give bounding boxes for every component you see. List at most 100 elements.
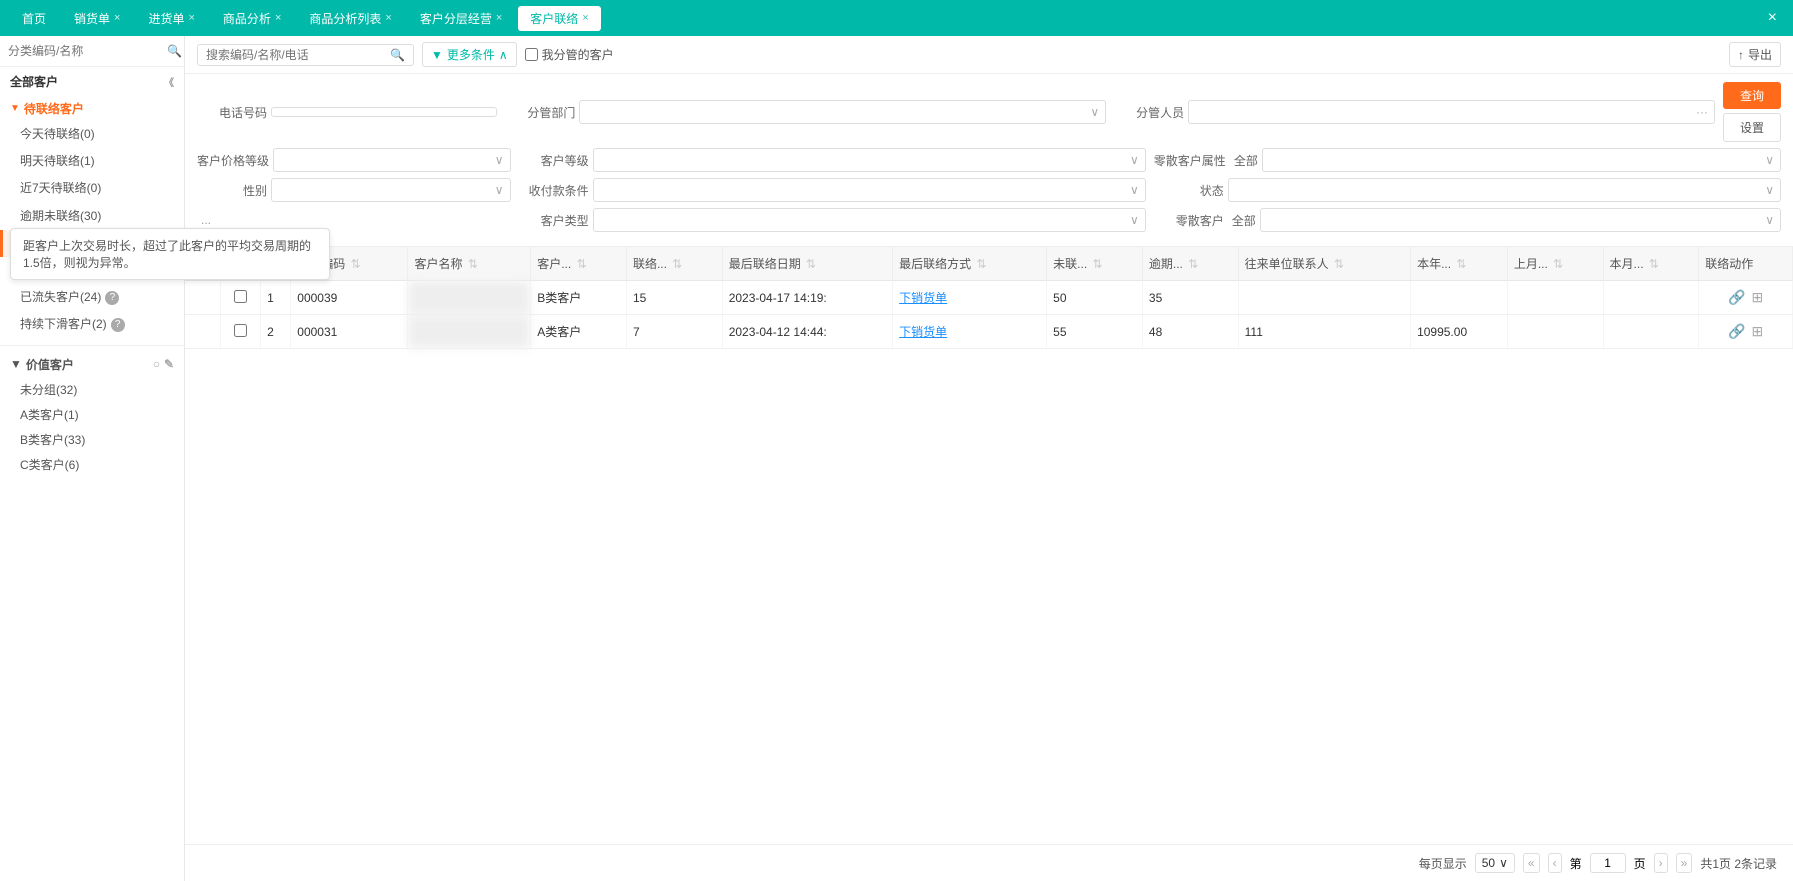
row-last-method-0[interactable]: 下销货单: [893, 281, 1047, 315]
action-link-1[interactable]: 🔗: [1728, 323, 1745, 340]
col-last-method[interactable]: 最后联络方式 ⇅: [893, 247, 1047, 281]
row-check-1[interactable]: [234, 324, 247, 337]
page-input[interactable]: [1590, 853, 1626, 873]
nav-purchase-order[interactable]: 进货单 ×: [136, 6, 206, 31]
sidebar-item-a-class[interactable]: A类客户(1): [0, 402, 184, 427]
sidebar-search-icon[interactable]: 🔍: [167, 44, 182, 58]
churned-icon[interactable]: ?: [105, 291, 119, 305]
first-page-button[interactable]: «: [1523, 853, 1540, 873]
toolbar-search-icon[interactable]: 🔍: [390, 48, 405, 62]
value-group-edit-icon[interactable]: ○: [153, 357, 160, 371]
nav-customer-contact[interactable]: 客户联络 ×: [518, 6, 600, 31]
action-link-0[interactable]: 🔗: [1728, 289, 1745, 306]
nav-close-sales[interactable]: ×: [114, 12, 120, 24]
row-contact-1: 7: [626, 315, 722, 349]
sidebar-all-customers[interactable]: 全部客户 《: [0, 67, 184, 96]
nav-sales-order[interactable]: 销货单 ×: [62, 6, 132, 31]
retail-customer-select[interactable]: ∨: [1260, 208, 1781, 232]
customer-type-select[interactable]: ∨: [593, 208, 1146, 232]
next-page-button[interactable]: ›: [1654, 853, 1668, 873]
col-name[interactable]: 客户名称 ⇅: [408, 247, 531, 281]
col-type[interactable]: 客户... ⇅: [531, 247, 627, 281]
col-last-month[interactable]: 上月... ⇅: [1507, 247, 1603, 281]
dept-arrow-icon: ∨: [1090, 105, 1099, 119]
customer-table: ⚙ # 客户编码 ⇅ 客户名称 ⇅ 客户... ⇅ 联络... ⇅ 最后联络日期…: [185, 247, 1793, 349]
page-total: 共1页 2条记录: [1700, 855, 1777, 872]
dept-label: 分管部门: [505, 104, 575, 121]
sidebar-search-input[interactable]: [8, 44, 163, 58]
sidebar-item-b-class[interactable]: B类客户(33): [0, 427, 184, 452]
nav-close-product-analysis[interactable]: ×: [275, 12, 281, 24]
action-grid-0[interactable]: ⊞: [1751, 289, 1763, 306]
action-grid-1[interactable]: ⊞: [1751, 323, 1763, 340]
nav-product-analysis[interactable]: 商品分析 ×: [211, 6, 293, 31]
last-page-button[interactable]: »: [1676, 853, 1693, 873]
sidebar-item-7days[interactable]: 近7天待联络(0): [0, 175, 184, 202]
sidebar-pending-group[interactable]: ▼ 待联络客户: [0, 96, 184, 121]
row-unpaid-1: 55: [1047, 315, 1143, 349]
my-customer-check-input[interactable]: [525, 48, 538, 61]
row-index-1: 2: [261, 315, 291, 349]
filter-retail-customer: 零散客户 全部 ∨: [1154, 208, 1781, 232]
col-unpaid[interactable]: 未联... ⇅: [1047, 247, 1143, 281]
sort-this-month-icon: ⇅: [1649, 257, 1659, 271]
method-link-1[interactable]: 下销货单: [899, 325, 947, 339]
payment-select[interactable]: ∨: [593, 178, 1146, 202]
phone-input[interactable]: [271, 107, 497, 117]
window-close-button[interactable]: ×: [1762, 7, 1783, 29]
nav-customer-segmentation[interactable]: 客户分层经营 ×: [408, 6, 514, 31]
gender-arrow: ∨: [495, 183, 504, 197]
method-link-0[interactable]: 下销货单: [899, 291, 947, 305]
retail-customer-label: 零散客户: [1154, 212, 1224, 229]
nav-close-product-list[interactable]: ×: [385, 12, 391, 24]
tooltip-box: 距客户上次交易时长，超过了此客户的平均交易周期的1.5倍，则视为异常。: [10, 228, 330, 280]
row-last-method-1[interactable]: 下销货单: [893, 315, 1047, 349]
dept-select[interactable]: ∨: [579, 100, 1106, 124]
status-select[interactable]: ∨: [1228, 178, 1781, 202]
nav-home[interactable]: 首页: [10, 6, 58, 31]
col-this-month[interactable]: 本月... ⇅: [1603, 247, 1699, 281]
more-filter-button[interactable]: ▼ 更多条件 ∧: [422, 42, 517, 67]
row-last-date-0: 2023-04-17 14:19:: [722, 281, 892, 315]
col-this-year[interactable]: 本年... ⇅: [1411, 247, 1508, 281]
filter-panel: 电话号码 分管部门 ∨ 分管人员 ···: [185, 74, 1793, 247]
top-navigation: 首页 销货单 × 进货单 × 商品分析 × 商品分析列表 × 客户分层经营 × …: [0, 0, 1793, 36]
retail-attr-select[interactable]: ∨: [1262, 148, 1781, 172]
col-last-date[interactable]: 最后联络日期 ⇅: [722, 247, 892, 281]
filter-actions: 查询 设置: [1723, 82, 1781, 142]
manager-select[interactable]: ···: [1188, 100, 1715, 124]
row-year-0: [1411, 281, 1508, 315]
nav-close-purchase[interactable]: ×: [188, 12, 194, 24]
nav-close-segmentation[interactable]: ×: [496, 12, 502, 24]
row-check-0[interactable]: [234, 290, 247, 303]
col-unit-contacts[interactable]: 往来单位联系人 ⇅: [1238, 247, 1410, 281]
sidebar-item-today[interactable]: 今天待联络(0): [0, 121, 184, 148]
price-grade-select[interactable]: ∨: [273, 148, 511, 172]
sidebar-item-declining[interactable]: 持续下滑客户(2) ?: [0, 311, 184, 338]
row-overdue-0: 35: [1142, 281, 1238, 315]
my-customer-checkbox[interactable]: 我分管的客户: [525, 46, 614, 63]
customer-grade-select[interactable]: ∨: [593, 148, 1146, 172]
nav-product-analysis-list[interactable]: 商品分析列表 ×: [297, 6, 403, 31]
sidebar-item-overdue[interactable]: 逾期未联络(30): [0, 203, 184, 230]
settings-button[interactable]: 设置: [1723, 113, 1781, 142]
row-checkbox-1[interactable]: [221, 315, 261, 349]
declining-icon[interactable]: ?: [111, 318, 125, 332]
search-input[interactable]: [206, 48, 386, 62]
value-group-settings-icon[interactable]: ✎: [164, 357, 174, 371]
sidebar-item-churned[interactable]: 已流失客户(24) ?: [0, 284, 184, 311]
retail-attr-arrow: ∨: [1765, 153, 1774, 167]
sidebar-item-c-class[interactable]: C类客户(6): [0, 452, 184, 477]
filter-status: 状态 ∨: [1154, 178, 1781, 202]
row-checkbox-0[interactable]: [221, 281, 261, 315]
col-contact[interactable]: 联络... ⇅: [626, 247, 722, 281]
col-overdue[interactable]: 逾期... ⇅: [1142, 247, 1238, 281]
prev-page-button[interactable]: ‹: [1548, 853, 1562, 873]
sidebar-item-ungrouped[interactable]: 未分组(32): [0, 377, 184, 402]
nav-close-contact[interactable]: ×: [582, 12, 588, 24]
per-page-select[interactable]: 50 ∨: [1475, 853, 1515, 873]
sidebar-item-tomorrow[interactable]: 明天待联络(1): [0, 148, 184, 175]
export-button[interactable]: ↑ 导出: [1729, 42, 1781, 67]
gender-select[interactable]: ∨: [271, 178, 511, 202]
query-button[interactable]: 查询: [1723, 82, 1781, 109]
